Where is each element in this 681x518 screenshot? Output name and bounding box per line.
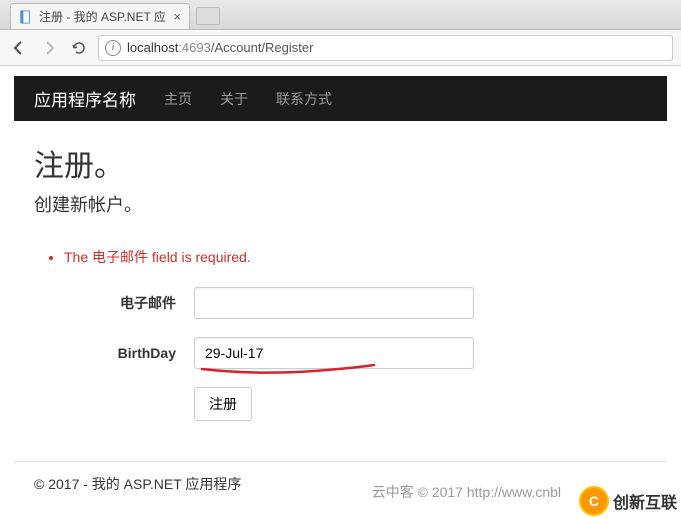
page-subtitle: 创建新帐户。 — [34, 191, 647, 217]
site-navbar: 应用程序名称 主页 关于 联系方式 — [14, 76, 667, 121]
email-label: 电子邮件 — [34, 293, 194, 313]
url-host: localhost — [127, 40, 178, 55]
page-content: 应用程序名称 主页 关于 联系方式 注册。 创建新帐户。 The 电子邮件 fi… — [0, 76, 681, 494]
birthday-field[interactable] — [194, 337, 474, 369]
nav-link-home[interactable]: 主页 — [164, 89, 192, 109]
reload-icon — [71, 40, 87, 56]
page-body: 注册。 创建新帐户。 The 电子邮件 field is required. 电… — [0, 121, 681, 441]
back-button[interactable] — [8, 37, 30, 59]
watermark-logo: C 创新互联 — [579, 486, 677, 516]
reload-button[interactable] — [68, 37, 90, 59]
form-actions: 注册 — [194, 387, 647, 421]
nav-link-about[interactable]: 关于 — [220, 89, 248, 109]
nav-link-contact[interactable]: 联系方式 — [276, 89, 332, 109]
arrow-left-icon — [11, 40, 27, 56]
new-tab-button[interactable] — [196, 7, 220, 25]
watermark-logo-text: 创新互联 — [613, 489, 677, 513]
forward-button[interactable] — [38, 37, 60, 59]
arrow-right-icon — [41, 40, 57, 56]
validation-summary: The 电子邮件 field is required. — [64, 247, 647, 267]
url-path: /Account/Register — [211, 40, 314, 55]
form-row-email: 电子邮件 — [34, 287, 647, 319]
close-icon[interactable]: × — [173, 9, 181, 24]
browser-tab-strip: 注册 - 我的 ASP.NET 应 × — [0, 0, 681, 30]
tab-title: 注册 - 我的 ASP.NET 应 — [39, 8, 167, 25]
navbar-brand[interactable]: 应用程序名称 — [34, 86, 136, 111]
footer-divider — [14, 461, 667, 462]
email-field[interactable] — [194, 287, 474, 319]
birthday-label: BirthDay — [34, 345, 194, 361]
address-bar[interactable]: i localhost:4693/Account/Register — [98, 35, 673, 61]
browser-tab[interactable]: 注册 - 我的 ASP.NET 应 × — [10, 3, 190, 29]
validation-message: The 电子邮件 field is required. — [64, 247, 647, 267]
info-icon[interactable]: i — [105, 40, 121, 56]
page-title: 注册。 — [34, 141, 647, 185]
watermark-text: 云中客 © 2017 http://www.cnbl — [372, 482, 561, 502]
url-port: :4693 — [178, 40, 211, 55]
form-row-birthday: BirthDay — [34, 337, 647, 369]
browser-toolbar: i localhost:4693/Account/Register — [0, 30, 681, 66]
logo-icon: C — [579, 486, 609, 516]
submit-button[interactable]: 注册 — [194, 387, 252, 421]
page-icon — [19, 10, 33, 24]
